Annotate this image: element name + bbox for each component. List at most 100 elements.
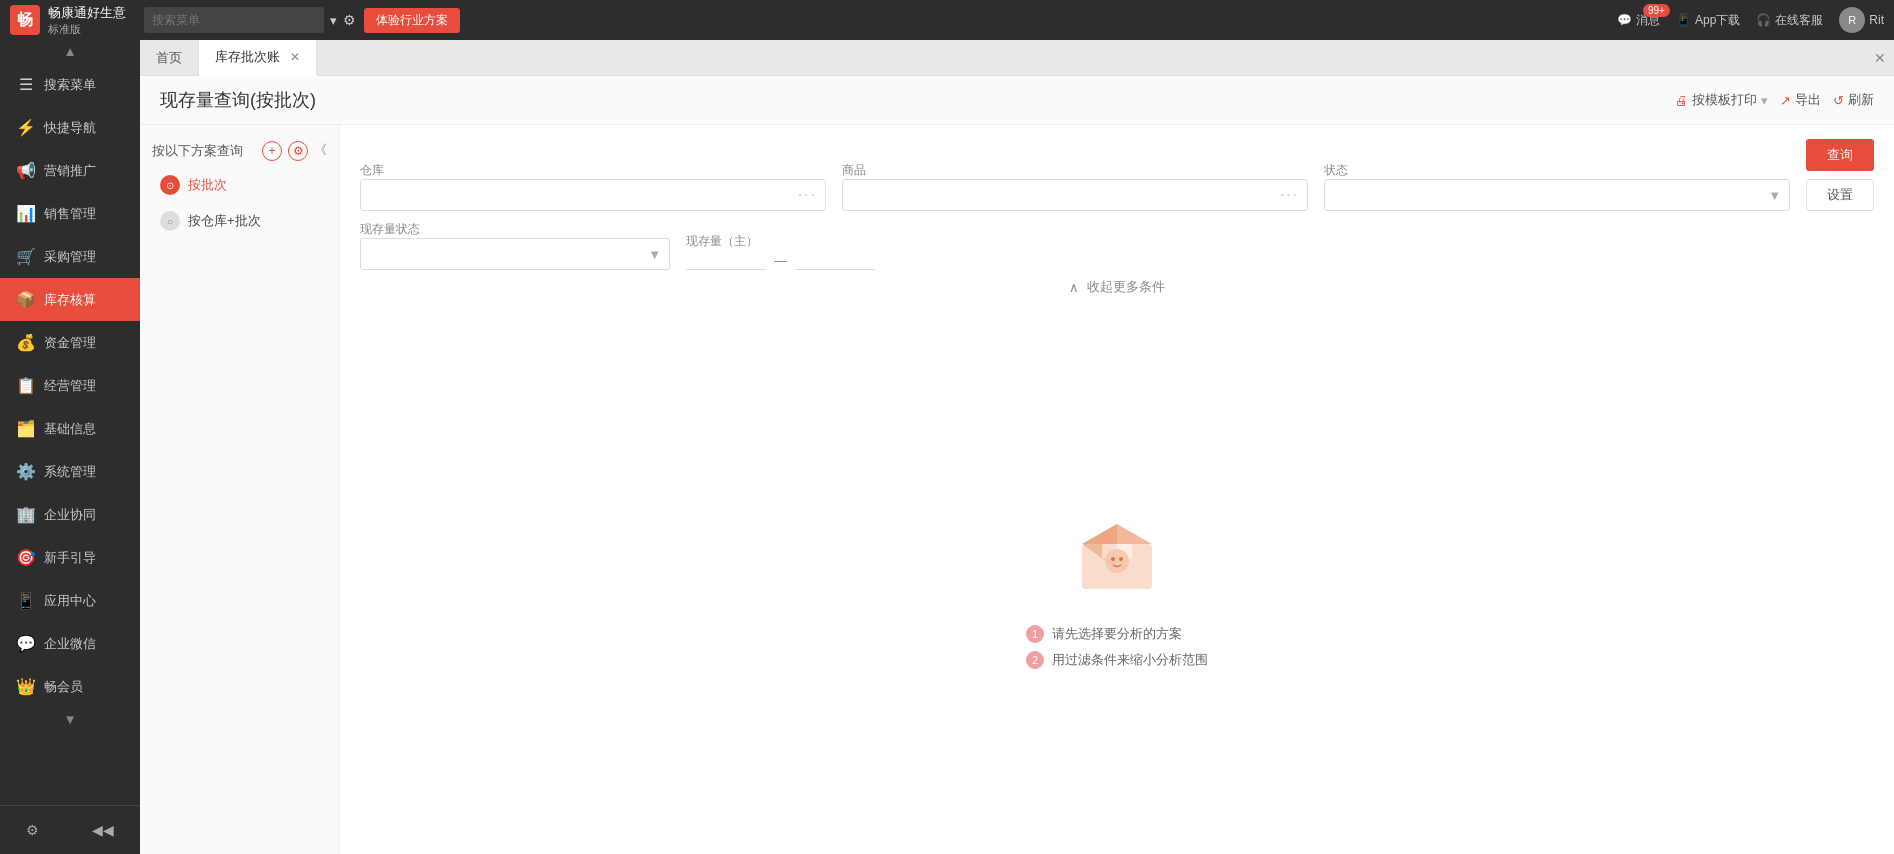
panel-collapse-icon[interactable]: 《 xyxy=(314,141,327,161)
avatar: R xyxy=(1839,7,1865,33)
sidebar-item-appcenter[interactable]: 📱 应用中心 xyxy=(0,579,140,622)
sidebar-item-finance[interactable]: 💰 资金管理 xyxy=(0,321,140,364)
right-content: 仓库 ··· 商品 ··· xyxy=(340,125,1894,854)
print-dropdown-icon[interactable]: ▾ xyxy=(1761,93,1768,108)
online-service-btn[interactable]: 🎧 在线客服 xyxy=(1756,12,1823,29)
inventory-chevron-icon[interactable]: ▼ xyxy=(648,247,661,262)
add-plan-btn[interactable]: + xyxy=(262,141,282,161)
sidebar-collapse-icon[interactable]: ◀◀ xyxy=(86,816,120,844)
product-label: 商品 xyxy=(842,162,1308,179)
sidebar-item-label: 经营管理 xyxy=(44,377,96,395)
search-dropdown-icon[interactable]: ▾ xyxy=(330,13,337,28)
sidebar-bottom: ⚙ ◀◀ xyxy=(0,805,140,854)
main-layout: ▲ ☰ 搜索菜单 ⚡ 快捷导航 📢 营销推广 📊 销售管理 🛒 采购管理 📦 库… xyxy=(0,40,1894,854)
product-input[interactable] xyxy=(843,188,1272,203)
settings-icon[interactable]: ⚙ xyxy=(343,12,356,28)
sidebar-item-search[interactable]: ☰ 搜索菜单 xyxy=(0,63,140,106)
refresh-icon: ↺ xyxy=(1833,93,1844,108)
sidebar-item-label: 资金管理 xyxy=(44,334,96,352)
sidebar-item-label: 系统管理 xyxy=(44,463,96,481)
tabbar-close-all-icon[interactable]: ✕ xyxy=(1874,50,1886,66)
app-title: 畅康通好生意 xyxy=(48,4,126,22)
tab-inventory-batch-label: 库存批次账 xyxy=(215,48,280,66)
svg-point-5 xyxy=(1111,557,1115,561)
page-actions: 🖨 按模板打印 ▾ ↗ 导出 ↺ 刷新 xyxy=(1675,91,1874,109)
search-input[interactable] xyxy=(144,7,324,33)
sidebar-item-basic[interactable]: 🗂️ 基础信息 xyxy=(0,407,140,450)
export-btn[interactable]: ↗ 导出 xyxy=(1780,91,1821,109)
sidebar-item-system[interactable]: ⚙️ 系统管理 xyxy=(0,450,140,493)
collapse-btn[interactable]: ∧ 收起更多条件 xyxy=(340,278,1894,296)
quantity-to-input[interactable] xyxy=(795,250,875,270)
step-2-text: 用过滤条件来缩小分析范围 xyxy=(1052,651,1208,669)
empty-step-1: 1 请先选择要分析的方案 xyxy=(1026,625,1208,643)
sidebar-item-label: 畅会员 xyxy=(44,678,83,696)
sidebar-item-member[interactable]: 👑 畅会员 xyxy=(0,665,140,708)
plan-icon-batch: ⊙ xyxy=(160,175,180,195)
sidebar-item-label: 采购管理 xyxy=(44,248,96,266)
username: Rit xyxy=(1869,13,1884,27)
sidebar-item-label: 应用中心 xyxy=(44,592,96,610)
collapse-label: 收起更多条件 xyxy=(1087,278,1165,296)
plan-item-by-warehouse-batch[interactable]: ○ 按仓库+批次 xyxy=(140,203,339,239)
empty-state: 1 请先选择要分析的方案 2 用过滤条件来缩小分析范围 xyxy=(340,304,1894,854)
sidebar-item-inventory[interactable]: 📦 库存核算 xyxy=(0,278,140,321)
sidebar-item-quicknav[interactable]: ⚡ 快捷导航 xyxy=(0,106,140,149)
app-logo: 畅 xyxy=(10,5,40,35)
sidebar-item-operations[interactable]: 📋 经营管理 xyxy=(0,364,140,407)
experience-btn[interactable]: 体验行业方案 xyxy=(364,8,460,33)
collapse-row: ∧ 收起更多条件 xyxy=(340,270,1894,304)
plan-label-warehouse-batch: 按仓库+批次 xyxy=(188,212,261,230)
sidebar-item-label: 快捷导航 xyxy=(44,119,96,137)
sidebar: ▲ ☰ 搜索菜单 ⚡ 快捷导航 📢 营销推广 📊 销售管理 🛒 采购管理 📦 库… xyxy=(0,40,140,854)
quantity-from-input[interactable] xyxy=(686,250,766,270)
tab-inventory-batch[interactable]: 库存批次账 ✕ xyxy=(199,40,317,76)
app-download-label: App下载 xyxy=(1695,12,1740,29)
purchase-icon: 🛒 xyxy=(16,247,36,266)
tab-close-icon[interactable]: ✕ xyxy=(290,50,300,64)
plan-item-by-batch[interactable]: ⊙ 按批次 xyxy=(140,167,339,203)
topbar-right: 💬 消息 99+ 📱 App下载 🎧 在线客服 R Rit xyxy=(1617,7,1884,33)
message-btn[interactable]: 💬 消息 99+ xyxy=(1617,12,1660,29)
user-menu[interactable]: R Rit xyxy=(1839,7,1884,33)
warehouse-input[interactable] xyxy=(361,188,790,203)
settings-plan-icon[interactable]: ⚙ xyxy=(288,141,308,161)
sidebar-item-marketing[interactable]: 📢 营销推广 xyxy=(0,149,140,192)
sidebar-scroll-down[interactable]: ▼ xyxy=(0,708,140,731)
refresh-btn[interactable]: ↺ 刷新 xyxy=(1833,91,1874,109)
status-chevron-icon[interactable]: ▼ xyxy=(1768,188,1781,203)
status-select-wrap[interactable]: ▼ xyxy=(1324,179,1790,211)
query-button[interactable]: 查询 xyxy=(1806,139,1874,171)
enterprise-icon: 🏢 xyxy=(16,505,36,524)
plan-label-batch: 按批次 xyxy=(188,176,227,194)
sidebar-scroll-up[interactable]: ▲ xyxy=(0,40,140,63)
status-label: 状态 xyxy=(1324,162,1790,179)
inventory-status-wrap[interactable]: ▼ xyxy=(360,238,670,270)
search-nav-icon: ☰ xyxy=(16,75,36,94)
print-btn[interactable]: 🖨 按模板打印 ▾ xyxy=(1675,91,1768,109)
sidebar-item-enterprise[interactable]: 🏢 企业协同 xyxy=(0,493,140,536)
sidebar-item-wechat[interactable]: 💬 企业微信 xyxy=(0,622,140,665)
quantity-filter-group: 现存量（主） — xyxy=(686,233,996,270)
step-2-num: 2 xyxy=(1026,651,1044,669)
tabbar: 首页 库存批次账 ✕ ✕ xyxy=(140,40,1894,76)
finance-icon: 💰 xyxy=(16,333,36,352)
basic-icon: 🗂️ xyxy=(16,419,36,438)
sidebar-item-sales[interactable]: 📊 销售管理 xyxy=(0,192,140,235)
product-dots[interactable]: ··· xyxy=(1272,186,1307,204)
sidebar-item-newbie[interactable]: 🎯 新手引导 xyxy=(0,536,140,579)
export-icon: ↗ xyxy=(1780,93,1791,108)
app-download-btn[interactable]: 📱 App下载 xyxy=(1676,12,1740,29)
print-label: 按模板打印 xyxy=(1692,91,1757,109)
member-icon: 👑 xyxy=(16,677,36,696)
settings-button[interactable]: 设置 xyxy=(1806,179,1874,211)
wechat-icon: 💬 xyxy=(16,634,36,653)
warehouse-dots[interactable]: ··· xyxy=(790,186,825,204)
filter-row-1: 仓库 ··· 商品 ··· xyxy=(340,125,1894,211)
tab-home[interactable]: 首页 xyxy=(140,40,199,76)
sidebar-item-purchase[interactable]: 🛒 采购管理 xyxy=(0,235,140,278)
svg-point-6 xyxy=(1119,557,1123,561)
app-title-group: 畅康通好生意 标准版 xyxy=(48,4,126,37)
sidebar-settings-icon[interactable]: ⚙ xyxy=(20,816,45,844)
step-1-num: 1 xyxy=(1026,625,1044,643)
